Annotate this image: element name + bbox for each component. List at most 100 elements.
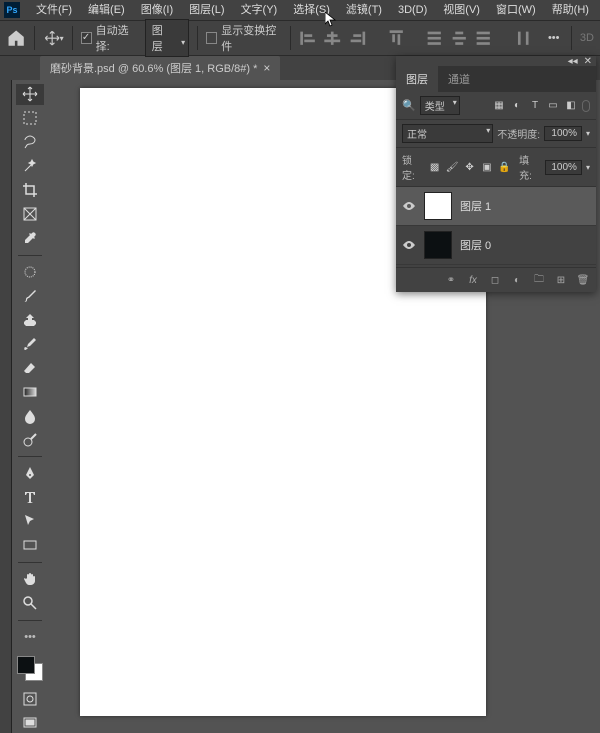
layer-item[interactable]: 图层 1 [396,187,596,226]
layer-item[interactable]: 图层 0 [396,226,596,265]
dist-bottom-icon[interactable] [474,28,492,48]
blur-tool[interactable] [16,405,44,426]
menu-item[interactable]: 窗口(W) [488,0,544,20]
align-top-icon[interactable] [387,28,405,48]
pen-tool[interactable] [16,463,44,484]
history-brush-tool[interactable] [16,333,44,354]
divider [290,26,291,50]
hand-tool[interactable] [16,569,44,590]
opacity-input[interactable]: 100% [544,126,582,141]
lasso-tool[interactable] [16,132,44,153]
auto-select-target-dropdown[interactable]: 图层 [145,19,189,57]
path-selection-tool[interactable] [16,511,44,532]
screen-mode-tool[interactable] [16,712,44,733]
edit-toolbar-icon[interactable]: ••• [16,627,44,648]
eyedropper-tool[interactable] [16,228,44,249]
filter-type-dropdown[interactable]: 类型 [420,96,460,115]
layer-fx-icon[interactable]: fx [466,273,480,287]
more-options-icon[interactable]: ••• [545,28,563,48]
eraser-tool[interactable] [16,357,44,378]
crop-tool[interactable] [16,180,44,201]
chevron-down-icon[interactable]: ▾ [586,129,590,138]
menu-item[interactable]: 图像(I) [133,0,181,20]
type-tool[interactable] [16,487,44,508]
zoom-tool[interactable] [16,593,44,614]
chevron-down-icon[interactable]: ▾ [586,163,590,172]
delete-layer-icon[interactable]: 🗑 [576,273,590,287]
menu-item[interactable]: 文字(Y) [233,0,286,20]
dist-top-icon[interactable] [425,28,443,48]
layer-list: 图层 1 图层 0 [396,187,596,267]
document-tab[interactable]: 磨砂背景.psd @ 60.6% (图层 1, RGB/8#) * × [40,56,280,80]
align-center-h-icon[interactable] [323,28,341,48]
filter-shape-icon[interactable]: ▭ [546,99,560,113]
filter-pixel-icon[interactable]: ▦ [492,99,506,113]
frame-tool[interactable] [16,204,44,225]
align-right-icon[interactable] [348,28,366,48]
close-panel-icon[interactable]: ✕ [584,56,592,66]
brush-tool[interactable] [16,285,44,306]
filter-adjust-icon[interactable]: ◐ [510,99,524,113]
tab-channels[interactable]: 通道 [438,66,480,92]
tab-layers[interactable]: 图层 [396,66,438,92]
panel-tabs: 图层 通道 [396,66,596,92]
document-tab-title: 磨砂背景.psd @ 60.6% (图层 1, RGB/8#) * [50,60,257,76]
align-options-icon[interactable] [514,28,532,48]
fill-input[interactable]: 100% [545,160,582,175]
menu-item[interactable]: 视图(V) [435,0,488,20]
layer-thumbnail[interactable] [424,192,452,220]
toolbox: ••• [12,80,48,733]
close-icon[interactable]: × [263,61,270,75]
dodge-tool[interactable] [16,429,44,450]
new-layer-icon[interactable]: ⊞ [554,273,568,287]
filter-toggle-icon[interactable] [582,100,590,112]
options-bar: ▾ ✓ 自动选择: 图层 显示变换控件 ••• 3D [0,20,600,56]
auto-select-option[interactable]: ✓ 自动选择: [81,22,139,54]
clone-stamp-tool[interactable] [16,309,44,330]
lock-brush-icon[interactable]: 🖌 [445,160,458,174]
opacity-label: 不透明度: [497,126,540,141]
layer-mask-icon[interactable]: ◻ [488,273,502,287]
lock-position-icon[interactable]: ✥ [463,160,476,174]
blend-mode-dropdown[interactable]: 正常 [402,124,493,143]
link-layers-icon[interactable]: ⚭ [444,273,458,287]
visibility-icon[interactable] [402,238,416,252]
menu-item[interactable]: 编辑(E) [80,0,133,20]
move-tool-icon[interactable]: ▾ [43,27,63,49]
panel-collapse-bar[interactable] [0,80,12,733]
align-left-icon[interactable] [299,28,317,48]
tool-separator [18,562,42,563]
show-transform-option[interactable]: 显示变换控件 [206,22,282,54]
new-group-icon[interactable]: 🗀 [532,273,546,287]
visibility-icon[interactable] [402,199,416,213]
divider [571,26,572,50]
adjustment-layer-icon[interactable]: ◐ [510,273,524,287]
menu-item[interactable]: 帮助(H) [544,0,597,20]
menu-item[interactable]: 图层(L) [181,0,232,20]
layer-name-label[interactable]: 图层 1 [460,198,491,214]
gradient-tool[interactable] [16,381,44,402]
foreground-color-swatch[interactable] [17,656,35,674]
menu-item[interactable]: 滤镜(T) [338,0,390,20]
menu-item[interactable]: 3D(D) [390,0,435,20]
collapse-panel-icon[interactable]: ◂◂ [568,56,578,66]
color-swatches[interactable] [17,656,43,681]
menu-item[interactable]: 文件(F) [28,0,80,20]
healing-brush-tool[interactable] [16,262,44,283]
app-logo: Ps [4,2,20,18]
lock-all-icon[interactable]: 🔒 [498,160,511,174]
lock-artboard-icon[interactable]: ▣ [480,160,493,174]
filter-type-icon[interactable]: T [528,99,542,113]
filter-smart-icon[interactable]: ◧ [564,99,578,113]
quick-mask-tool[interactable] [16,688,44,709]
home-button[interactable] [6,27,26,49]
layer-thumbnail[interactable] [424,231,452,259]
layer-name-label[interactable]: 图层 0 [460,237,491,253]
magic-wand-tool[interactable] [16,156,44,177]
lock-transparency-icon[interactable]: ▩ [428,160,441,174]
marquee-tool[interactable] [16,108,44,129]
rectangle-tool[interactable] [16,535,44,556]
tool-separator [18,255,42,256]
dist-center-v-icon[interactable] [450,28,468,48]
move-tool[interactable] [16,84,44,105]
